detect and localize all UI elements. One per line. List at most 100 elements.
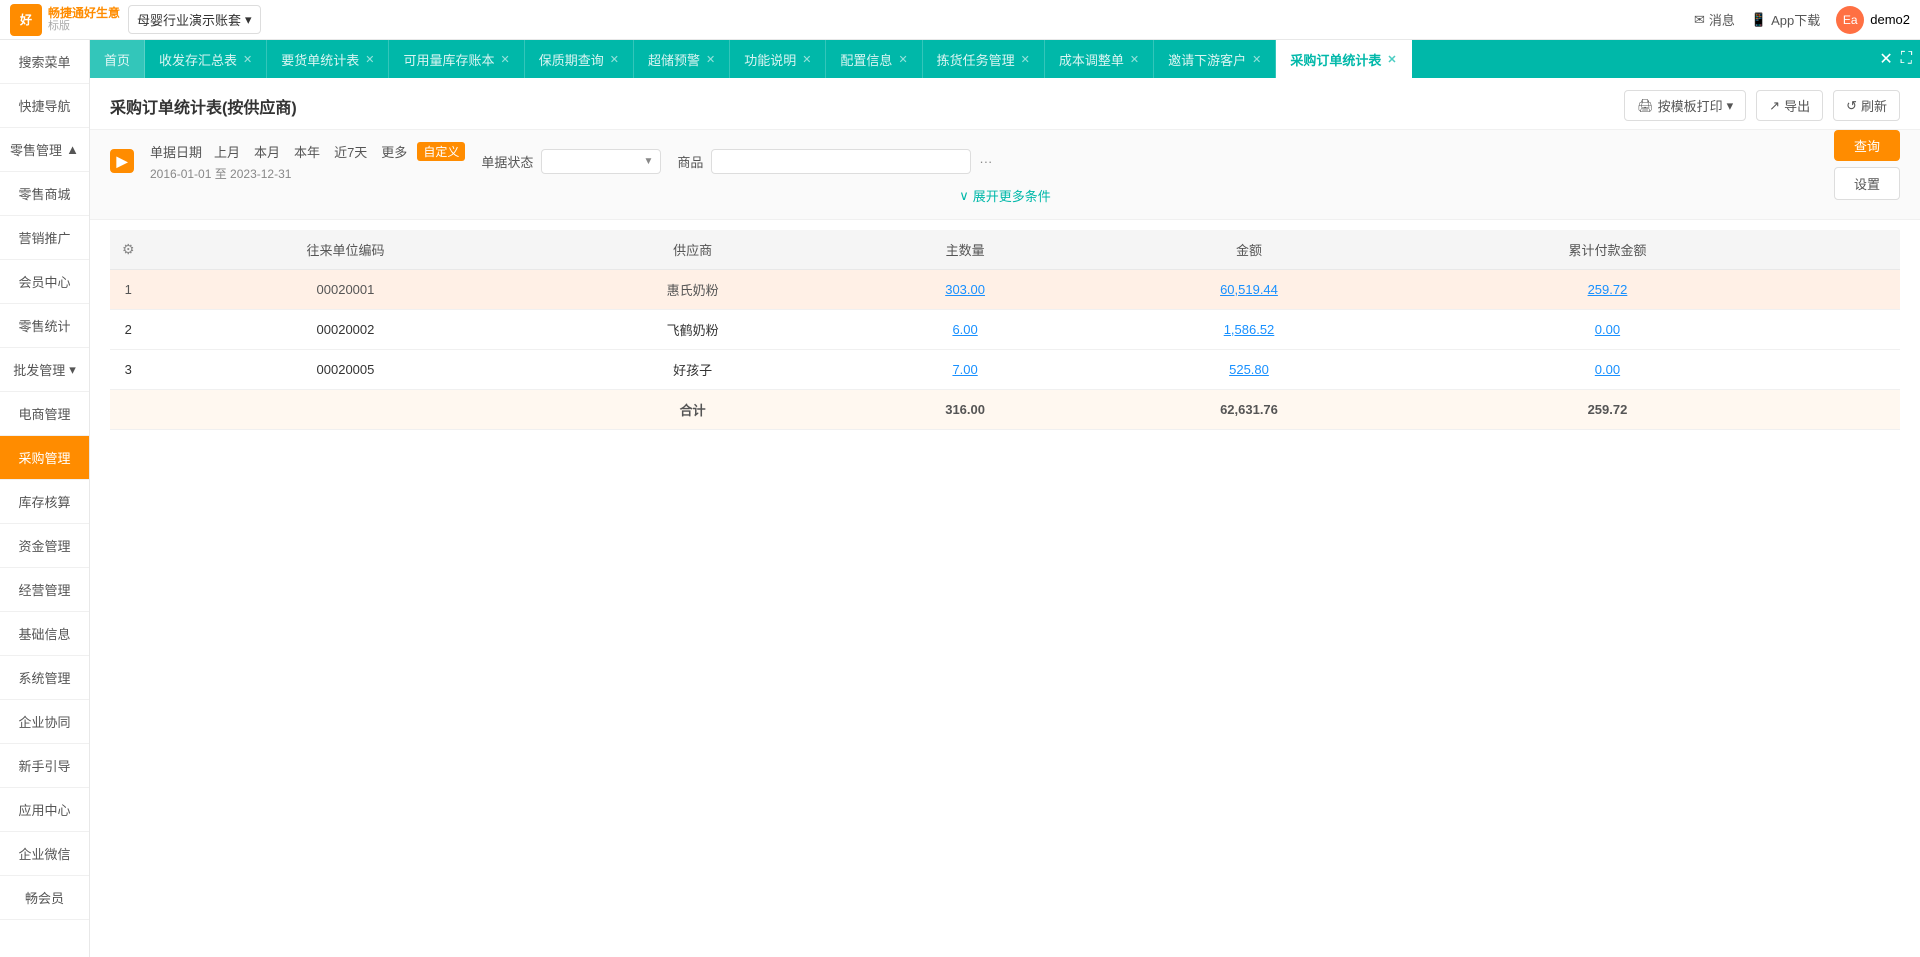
shortcut-7days[interactable]: 近7天: [330, 140, 371, 163]
workspace-selector[interactable]: 母婴行业演示账套 ▾: [128, 5, 261, 34]
row1-paid-link[interactable]: 259.72: [1588, 282, 1628, 297]
sidebar-item-operations[interactable]: 经营管理: [0, 568, 89, 612]
table-body: 1 00020001 惠氏奶粉 303.00 60,519.44 259.72 …: [110, 270, 1900, 390]
tab-yaohuo-close-icon[interactable]: ✕: [365, 53, 374, 66]
shortcut-last-month[interactable]: 上月: [210, 140, 244, 163]
table-settings-icon[interactable]: ⚙: [122, 241, 135, 257]
tab-yaoqing-label: 邀请下游客户: [1168, 50, 1246, 69]
tab-close-all-icon[interactable]: ✕: [1879, 49, 1892, 69]
sidebar-item-system[interactable]: 系统管理: [0, 656, 89, 700]
sidebar-item-purchase[interactable]: 采购管理: [0, 436, 89, 480]
shortcut-this-year[interactable]: 本年: [290, 140, 324, 163]
custom-badge[interactable]: 自定义: [417, 142, 465, 161]
tab-baozhiqi-close-icon[interactable]: ✕: [610, 53, 619, 66]
btn-settings[interactable]: 设置: [1834, 167, 1900, 200]
row1-num: 1: [110, 270, 147, 310]
tab-tuohuo[interactable]: 拣货任务管理 ✕: [923, 40, 1045, 78]
sidebar-item-search[interactable]: 搜索菜单: [0, 40, 89, 84]
sidebar-members-label: 会员中心: [18, 275, 70, 290]
tab-chengben[interactable]: 成本调整单 ✕: [1045, 40, 1154, 78]
btn-search[interactable]: 查询: [1834, 130, 1900, 161]
row2-amount-link[interactable]: 1,586.52: [1224, 322, 1275, 337]
sidebar-item-retail-shop[interactable]: 零售商城: [0, 172, 89, 216]
sidebar-item-new-guide[interactable]: 新手引导: [0, 744, 89, 788]
tab-keyong[interactable]: 可用量库存账本 ✕: [389, 40, 524, 78]
sidebar-retail-label: 零售管理: [10, 140, 62, 159]
app-container: 好 畅捷通好生意 标版 母婴行业演示账套 ▾ ✉ 消息 📱 App下载: [0, 0, 1920, 957]
tab-gongneng-close-icon[interactable]: ✕: [802, 53, 811, 66]
expand-more-btn[interactable]: ∨ 展开更多条件: [959, 186, 1051, 205]
sidebar-item-ecommerce[interactable]: 电商管理: [0, 392, 89, 436]
goods-more-icon[interactable]: ···: [979, 154, 992, 169]
row1-amount: 60,519.44: [1089, 270, 1408, 310]
tab-home[interactable]: 首页: [90, 40, 145, 78]
col-supplier-header: 供应商: [544, 230, 840, 270]
sidebar-retail-shop-label: 零售商城: [18, 187, 70, 202]
tab-yaohuo[interactable]: 要货单统计表 ✕: [267, 40, 389, 78]
sidebar-capital-label: 资金管理: [18, 539, 70, 554]
row1-amount-link[interactable]: 60,519.44: [1220, 282, 1278, 297]
btn-template-print[interactable]: 🖨 按模板打印 ▾: [1624, 90, 1746, 121]
tab-keyong-close-icon[interactable]: ✕: [501, 53, 510, 66]
sidebar-item-marketing[interactable]: 营销推广: [0, 216, 89, 260]
col-extra: [1806, 230, 1900, 270]
sidebar-item-basic-info[interactable]: 基础信息: [0, 612, 89, 656]
workspace-chevron-icon: ▾: [245, 12, 252, 28]
download-icon: 📱: [1751, 12, 1767, 28]
btn-refresh[interactable]: ↺ 刷新: [1833, 90, 1900, 121]
tab-chaochu-label: 超储预警: [648, 50, 700, 69]
tab-home-label: 首页: [104, 50, 130, 69]
row2-paid-link[interactable]: 0.00: [1595, 322, 1620, 337]
tab-chaochu-close-icon[interactable]: ✕: [706, 53, 715, 66]
footer-label: 合计: [544, 390, 840, 430]
tab-yaoqing[interactable]: 邀请下游客户 ✕: [1154, 40, 1276, 78]
message-action[interactable]: ✉ 消息: [1694, 10, 1735, 29]
col-settings: ⚙: [110, 230, 147, 270]
main-layout: 搜索菜单 快捷导航 零售管理 ▲ 零售商城 营销推广 会员中心 零售统计: [0, 40, 1920, 957]
row3-amount-link[interactable]: 525.80: [1229, 362, 1269, 377]
sidebar-item-vip[interactable]: 畅会员: [0, 876, 89, 920]
btn-export[interactable]: ↗ 导出: [1756, 90, 1823, 121]
user-profile[interactable]: Ea demo2: [1836, 6, 1910, 34]
sidebar-item-members[interactable]: 会员中心: [0, 260, 89, 304]
sidebar-item-enterprise-wechat[interactable]: 企业微信: [0, 832, 89, 876]
tab-shoufahuizong-close-icon[interactable]: ✕: [243, 53, 252, 66]
tab-yaoqing-close-icon[interactable]: ✕: [1252, 53, 1261, 66]
shortcut-more[interactable]: 更多: [377, 140, 411, 163]
tab-shoufahuizong[interactable]: 收发存汇总表 ✕: [145, 40, 267, 78]
tab-keyong-label: 可用量库存账本: [403, 50, 494, 69]
filter-date-row: 单据日期 上月 本月 本年 近7天 更多 自定义: [150, 140, 465, 163]
sidebar-item-capital[interactable]: 资金管理: [0, 524, 89, 568]
row3-qty-link[interactable]: 7.00: [952, 362, 977, 377]
filter-toggle-button[interactable]: ▶: [110, 149, 134, 173]
tab-tuohuo-close-icon[interactable]: ✕: [1021, 53, 1030, 66]
tab-peizhi[interactable]: 配置信息 ✕: [826, 40, 922, 78]
sidebar-item-enterprise-collab[interactable]: 企业协同: [0, 700, 89, 744]
tab-expand-icon[interactable]: ⛶: [1901, 50, 1912, 68]
sidebar-marketing-label: 营销推广: [18, 231, 70, 246]
sidebar-enterprise-wechat-label: 企业微信: [18, 847, 70, 862]
tab-caigou[interactable]: 采购订单统计表 ✕: [1276, 40, 1411, 78]
logo-area: 好 畅捷通好生意 标版: [10, 4, 120, 36]
filter-status-select[interactable]: [541, 149, 661, 174]
row1-qty-link[interactable]: 303.00: [945, 282, 985, 297]
row3-paid-link[interactable]: 0.00: [1595, 362, 1620, 377]
tab-gongneng[interactable]: 功能说明 ✕: [730, 40, 826, 78]
tab-chengben-close-icon[interactable]: ✕: [1130, 53, 1139, 66]
tab-peizhi-close-icon[interactable]: ✕: [898, 53, 907, 66]
sidebar-item-app-center[interactable]: 应用中心: [0, 788, 89, 832]
tab-chaochu[interactable]: 超储预警 ✕: [634, 40, 730, 78]
sidebar-item-inventory[interactable]: 库存核算: [0, 480, 89, 524]
refresh-icon: ↺: [1846, 98, 1857, 114]
tab-baozhiqi[interactable]: 保质期查询 ✕: [525, 40, 634, 78]
sidebar-item-retail[interactable]: 零售管理 ▲: [0, 128, 89, 172]
shortcut-this-month[interactable]: 本月: [250, 140, 284, 163]
app-download-action[interactable]: 📱 App下载: [1751, 10, 1820, 29]
row2-qty-link[interactable]: 6.00: [952, 322, 977, 337]
message-icon: ✉: [1694, 12, 1705, 28]
tab-caigou-close-icon[interactable]: ✕: [1387, 53, 1396, 66]
sidebar-item-retail-stats[interactable]: 零售统计: [0, 304, 89, 348]
sidebar-item-quicknav[interactable]: 快捷导航: [0, 84, 89, 128]
sidebar-item-wholesale[interactable]: 批发管理 ▾: [0, 348, 89, 392]
filter-goods-input[interactable]: [711, 149, 971, 174]
